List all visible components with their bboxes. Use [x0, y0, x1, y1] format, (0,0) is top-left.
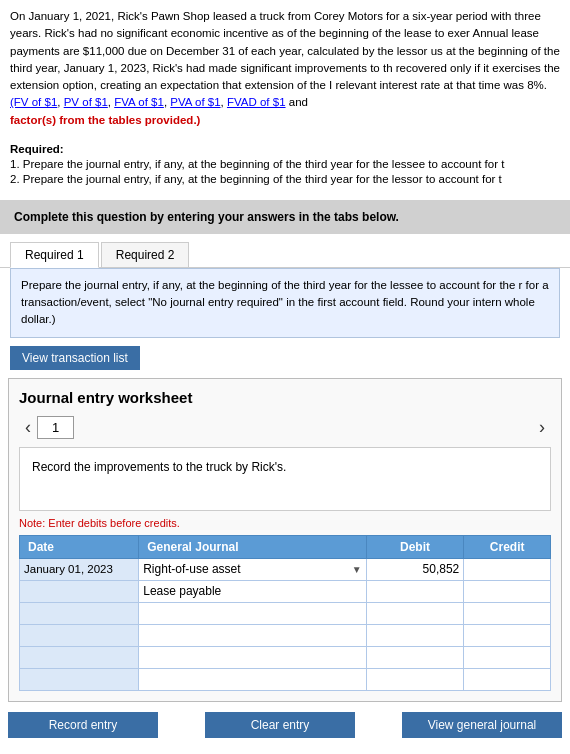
page-indicator: 1 [37, 416, 74, 439]
pv-link[interactable]: PV of $1 [64, 96, 108, 108]
clear-entry-button[interactable]: Clear entry [205, 712, 355, 738]
table-row: Lease payable [20, 580, 551, 602]
table-row: January 01, 2023 Right-of-use asset ▼ 50… [20, 558, 551, 580]
col-debit: Debit [366, 535, 464, 558]
col-general-journal: General Journal [139, 535, 367, 558]
table-row [20, 602, 551, 624]
table-row [20, 624, 551, 646]
debit-cell-4[interactable] [366, 624, 464, 646]
table-row [20, 646, 551, 668]
view-general-journal-button[interactable]: View general journal [402, 712, 562, 738]
nav-row: ‹ 1 › [19, 416, 551, 439]
required-item-1: 1. Prepare the journal entry, if any, at… [10, 158, 560, 170]
bold-instruction: factor(s) from the tables provided.) [10, 114, 200, 126]
date-cell-4 [20, 624, 139, 646]
view-transaction-area: View transaction list [0, 338, 570, 378]
record-entry-button[interactable]: Record entry [8, 712, 158, 738]
worksheet-container: Journal entry worksheet ‹ 1 › Record the… [8, 378, 562, 702]
credit-cell-3[interactable] [464, 602, 551, 624]
journal-table: Date General Journal Debit Credit Januar… [19, 535, 551, 691]
blue-instruction-box: Prepare the journal entry, if any, at th… [10, 268, 560, 338]
debit-cell-3[interactable] [366, 602, 464, 624]
credit-cell-5[interactable] [464, 646, 551, 668]
date-cell-5 [20, 646, 139, 668]
worksheet-title: Journal entry worksheet [19, 389, 551, 406]
prev-page-button[interactable]: ‹ [19, 417, 37, 438]
credit-cell-6[interactable] [464, 668, 551, 690]
dropdown-arrow-1[interactable]: ▼ [352, 564, 362, 575]
fva-link[interactable]: FVA of $1 [114, 96, 164, 108]
account-cell-4[interactable] [139, 624, 367, 646]
date-cell-2 [20, 580, 139, 602]
instruction-text: Complete this question by entering your … [14, 210, 399, 224]
fv-link[interactable]: (FV of $1 [10, 96, 57, 108]
account-cell-6[interactable] [139, 668, 367, 690]
account-cell-2[interactable]: Lease payable [139, 580, 367, 602]
credit-cell-1[interactable] [464, 558, 551, 580]
tab-required-1[interactable]: Required 1 [10, 242, 99, 268]
intro-paragraph: On January 1, 2021, Rick's Pawn Shop lea… [0, 0, 570, 137]
account-cell-3[interactable] [139, 602, 367, 624]
col-credit: Credit [464, 535, 551, 558]
account-cell-5[interactable] [139, 646, 367, 668]
next-page-button[interactable]: › [533, 417, 551, 438]
fvad-link[interactable]: FVAD of $1 [227, 96, 286, 108]
bottom-buttons: Record entry Clear entry View general jo… [0, 702, 570, 746]
credit-cell-4[interactable] [464, 624, 551, 646]
required-label: Required: [10, 143, 64, 155]
description-text: Record the improvements to the truck by … [32, 460, 286, 474]
tab-required-2[interactable]: Required 2 [101, 242, 190, 267]
debit-cell-1[interactable]: 50,852 [366, 558, 464, 580]
credit-cell-2[interactable] [464, 580, 551, 602]
col-date: Date [20, 535, 139, 558]
date-cell-1: January 01, 2023 [20, 558, 139, 580]
note-text: Note: Enter debits before credits. [19, 517, 551, 529]
pva-link[interactable]: PVA of $1 [170, 96, 220, 108]
account-label-2: Lease payable [143, 584, 221, 598]
debit-cell-6[interactable] [366, 668, 464, 690]
required-item-2: 2. Prepare the journal entry, if any, at… [10, 173, 560, 185]
date-cell-3 [20, 602, 139, 624]
table-row [20, 668, 551, 690]
instruction-bar: Complete this question by entering your … [0, 200, 570, 234]
debit-cell-5[interactable] [366, 646, 464, 668]
description-box: Record the improvements to the truck by … [19, 447, 551, 511]
tabs-area: Required 1 Required 2 [0, 234, 570, 268]
account-cell-1[interactable]: Right-of-use asset ▼ [139, 558, 367, 580]
required-section: Required: 1. Prepare the journal entry, … [0, 137, 570, 194]
view-transaction-button[interactable]: View transaction list [10, 346, 140, 370]
account-label-1: Right-of-use asset [143, 562, 240, 576]
date-cell-6 [20, 668, 139, 690]
debit-cell-2[interactable] [366, 580, 464, 602]
